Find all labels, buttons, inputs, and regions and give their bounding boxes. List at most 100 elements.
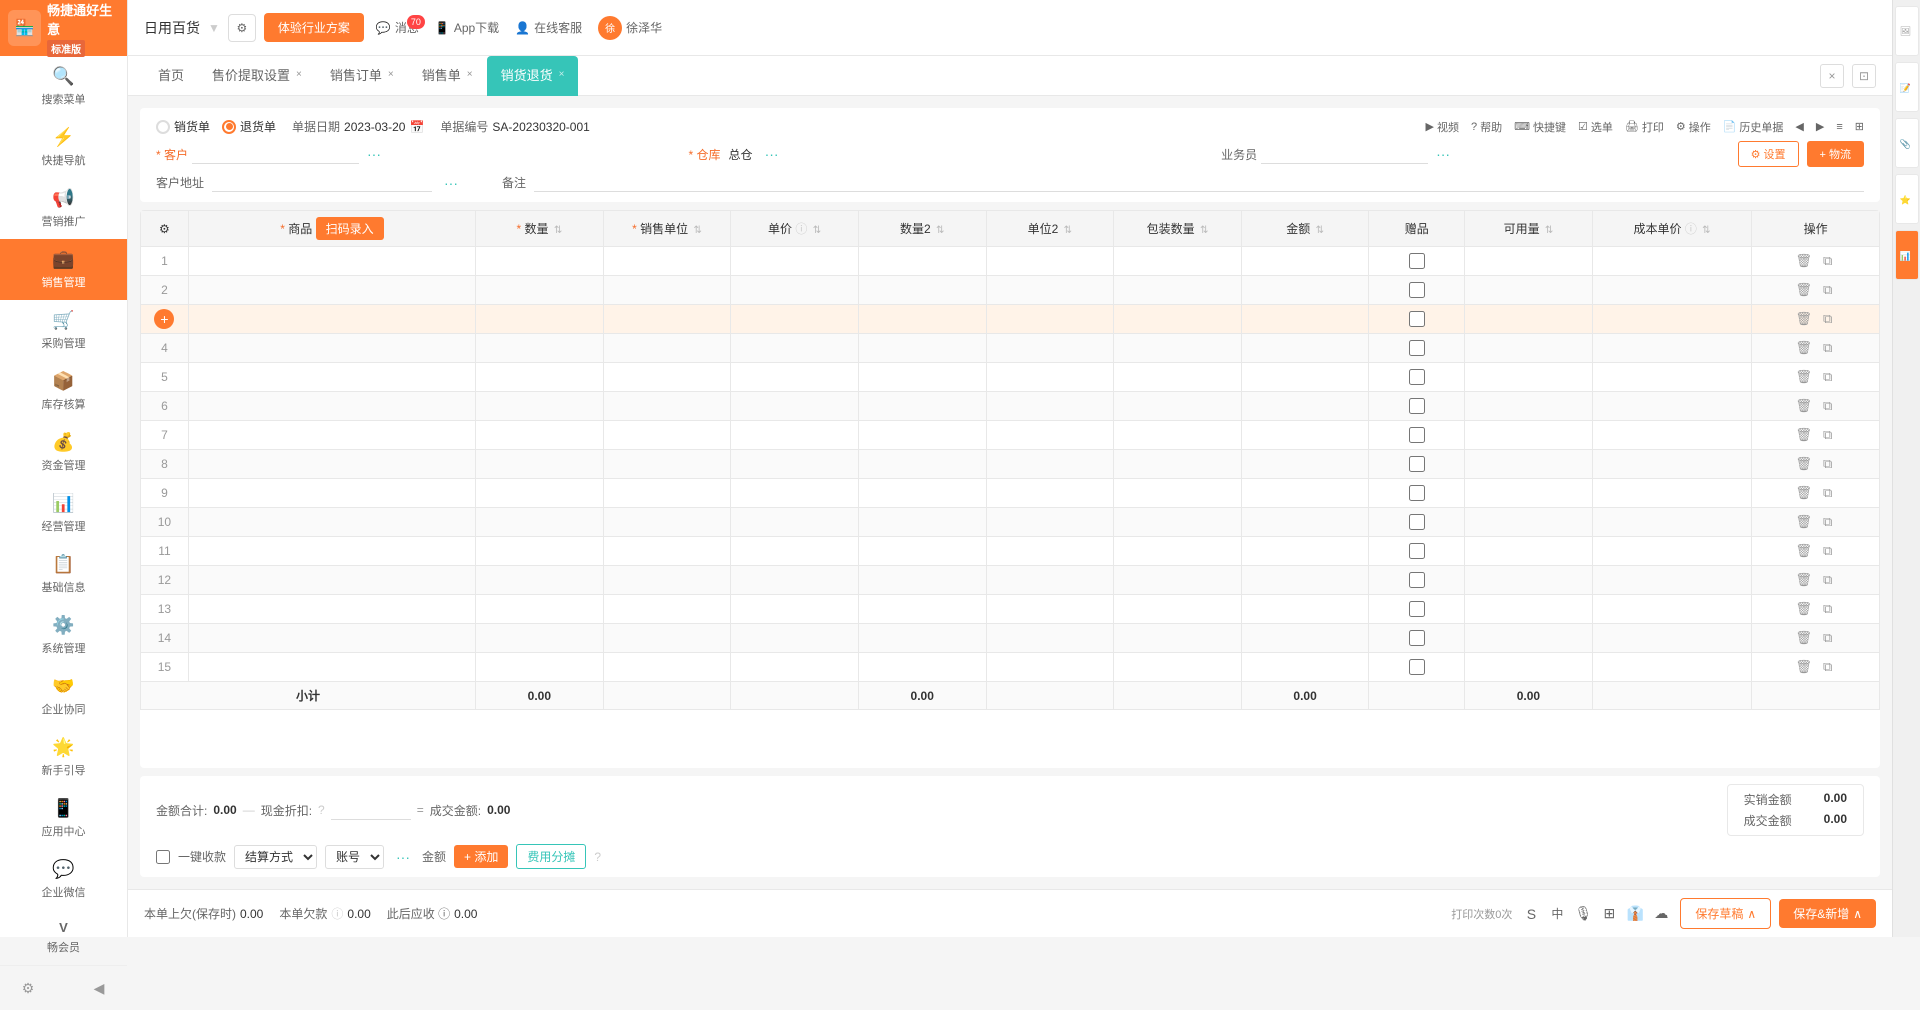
copy-row-button[interactable]: ⧉	[1818, 657, 1838, 677]
delete-row-button[interactable]: 🗑	[1794, 454, 1814, 474]
copy-row-button[interactable]: ⧉	[1818, 599, 1838, 619]
help-button[interactable]: ? 帮助	[1471, 119, 1502, 135]
tab-maximize-button[interactable]: ⊡	[1852, 64, 1876, 88]
tab-sales-return-close[interactable]: ×	[559, 69, 565, 80]
customer-dots-button[interactable]: ···	[363, 146, 385, 162]
select-button[interactable]: ☑ 选单	[1578, 119, 1613, 135]
staff-input[interactable]	[1261, 145, 1428, 164]
sidebar-item-search[interactable]: 🔍 搜索菜单	[0, 56, 127, 117]
copy-row-button[interactable]: ⧉	[1818, 628, 1838, 648]
gift-checkbox[interactable]	[1409, 543, 1425, 559]
gift-checkbox[interactable]	[1409, 456, 1425, 472]
sidebar-item-apps[interactable]: 📱 应用中心	[0, 788, 127, 849]
price-input[interactable]	[735, 283, 854, 297]
sidebar-item-member[interactable]: V 畅会员	[0, 910, 127, 965]
col-unit2-sort[interactable]: ⇅	[1064, 225, 1072, 236]
tab-sales-delivery-close[interactable]: ×	[467, 69, 473, 80]
tab-sales-return[interactable]: 销货退货 ×	[487, 56, 579, 96]
tab-sales-order[interactable]: 销售订单 ×	[316, 56, 408, 96]
discount-input[interactable]	[331, 801, 411, 820]
gift-checkbox[interactable]	[1409, 311, 1425, 327]
delete-row-button[interactable]: 🗑	[1794, 512, 1814, 532]
copy-row-button[interactable]: ⧉	[1818, 396, 1838, 416]
warehouse-dots-button[interactable]: ···	[761, 146, 783, 162]
sidebar-item-operations[interactable]: 📊 经营管理	[0, 483, 127, 544]
col-available-sort[interactable]: ⇅	[1545, 225, 1553, 236]
gift-checkbox[interactable]	[1409, 572, 1425, 588]
payment-help-icon[interactable]: ?	[594, 850, 601, 864]
gift-checkbox[interactable]	[1409, 340, 1425, 356]
gift-checkbox[interactable]	[1409, 630, 1425, 646]
price-input[interactable]	[735, 254, 854, 268]
delete-row-button[interactable]: 🗑	[1794, 309, 1814, 329]
product-input[interactable]	[193, 312, 471, 326]
rs-star-button[interactable]: ⭐	[1895, 174, 1919, 224]
gift-checkbox[interactable]	[1409, 514, 1425, 530]
zhongwen-icon[interactable]: 中	[1546, 903, 1568, 925]
address-dots-button[interactable]: ···	[440, 175, 462, 191]
account-dots-button[interactable]: ···	[392, 849, 414, 865]
copy-row-button[interactable]: ⧉	[1818, 512, 1838, 532]
amount-input[interactable]	[1246, 254, 1365, 268]
tab-sales-delivery[interactable]: 销售单 ×	[408, 56, 487, 96]
product-input[interactable]	[193, 283, 471, 297]
tab-close-button[interactable]: ×	[1820, 64, 1844, 88]
sidebar-item-basic[interactable]: 📋 基础信息	[0, 544, 127, 605]
sidebar-settings-button[interactable]: ⚙	[8, 974, 48, 1002]
radio-return[interactable]: 退货单	[222, 118, 276, 135]
message-button[interactable]: 💬 消息 70	[376, 19, 419, 36]
delete-row-button[interactable]: 🗑	[1794, 280, 1814, 300]
sidebar-item-sales[interactable]: 💼 销售管理	[0, 239, 127, 300]
col-qty2-sort[interactable]: ⇅	[936, 225, 944, 236]
online-service-button[interactable]: 👤 在线客服	[515, 19, 582, 36]
microphone-icon[interactable]: 🎙	[1572, 903, 1594, 925]
split-button[interactable]: 费用分摊	[516, 844, 586, 869]
unit2-cell[interactable]	[986, 247, 1114, 276]
history-button[interactable]: 📄 历史单据	[1723, 119, 1784, 135]
delete-row-button[interactable]: 🗑	[1794, 338, 1814, 358]
delete-row-button[interactable]: 🗑	[1794, 367, 1814, 387]
sidebar-item-system[interactable]: ⚙️ 系统管理	[0, 605, 127, 666]
col-amount-sort[interactable]: ⇅	[1316, 225, 1324, 236]
save-new-button[interactable]: 保存&新增 ∧	[1779, 899, 1876, 928]
staff-dots-button[interactable]: ···	[1432, 146, 1454, 162]
pack-input[interactable]	[1118, 254, 1237, 268]
view-list-button[interactable]: ≡	[1836, 121, 1842, 133]
qty-cell[interactable]	[476, 247, 604, 276]
unit-cell[interactable]	[603, 247, 731, 276]
rs-active-button[interactable]: 📊	[1895, 230, 1919, 280]
logistics-button[interactable]: + 物流	[1807, 141, 1864, 167]
next-button[interactable]: ▶	[1816, 120, 1824, 133]
copy-row-button[interactable]: ⧉	[1818, 454, 1838, 474]
copy-row-button[interactable]: ⧉	[1818, 367, 1838, 387]
video-button[interactable]: ▶ 视频	[1426, 119, 1459, 135]
qty2-input[interactable]	[863, 254, 982, 268]
account-method-select[interactable]: 结算方式	[234, 845, 317, 869]
col-unit-sort[interactable]: ⇅	[693, 225, 701, 236]
gift-checkbox[interactable]	[1409, 253, 1425, 269]
sidebar-item-inventory[interactable]: 📦 库存核算	[0, 361, 127, 422]
delete-row-button[interactable]: 🗑	[1794, 657, 1814, 677]
delete-row-button[interactable]: 🗑	[1794, 628, 1814, 648]
experience-button[interactable]: 体验行业方案	[264, 13, 364, 42]
tab-price-setting[interactable]: 售价提取设置 ×	[198, 56, 316, 96]
customer-input[interactable]	[192, 145, 359, 164]
qty-input[interactable]	[480, 283, 599, 297]
shortcut-key-button[interactable]: ⌨ 快捷键	[1514, 119, 1566, 135]
rs-attach-button[interactable]: 📎	[1895, 118, 1919, 168]
delete-row-button[interactable]: 🗑	[1794, 425, 1814, 445]
windows-icon[interactable]: ⊞	[1598, 903, 1620, 925]
save-draft-button[interactable]: 保存草稿 ∧	[1680, 898, 1771, 929]
qty2-cell[interactable]	[858, 247, 986, 276]
address-input[interactable]	[212, 173, 432, 192]
delete-row-button[interactable]: 🗑	[1794, 483, 1814, 503]
sidebar-item-enterprise[interactable]: 🤝 企业协同	[0, 666, 127, 727]
tab-sales-order-close[interactable]: ×	[388, 69, 394, 80]
rs-note-button[interactable]: 📝	[1895, 62, 1919, 112]
gift-checkbox[interactable]	[1409, 282, 1425, 298]
sidebar-item-newbie[interactable]: 🌟 新手引导	[0, 727, 127, 788]
col-settings-icon[interactable]: ⚙	[159, 222, 170, 236]
copy-row-button[interactable]: ⧉	[1818, 338, 1838, 358]
amount-cell[interactable]	[1241, 247, 1369, 276]
add-row-cell[interactable]: +	[141, 305, 189, 334]
